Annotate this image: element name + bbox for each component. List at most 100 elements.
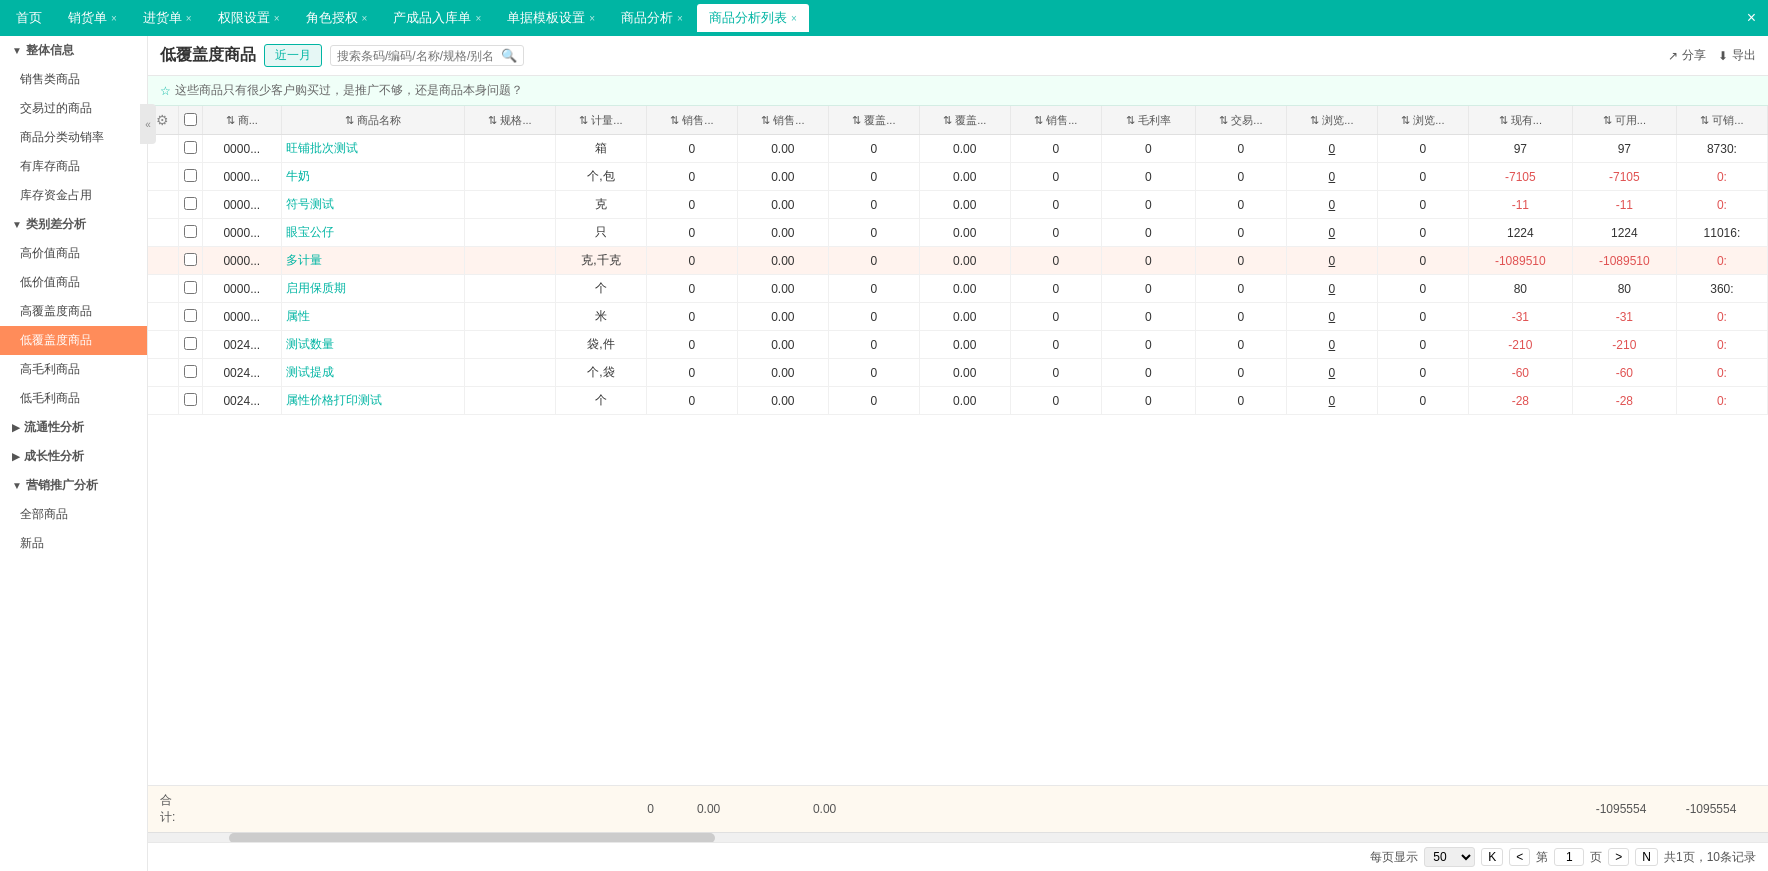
sidebar-section-marketing[interactable]: ▼ 营销推广分析	[0, 471, 147, 500]
sidebar-item-category-turnover[interactable]: 商品分类动销率	[0, 123, 147, 152]
row-checkbox[interactable]	[178, 387, 202, 415]
close-icon[interactable]: ×	[475, 13, 481, 24]
prev-page-button[interactable]: <	[1509, 848, 1530, 866]
row-name[interactable]: 旺铺批次测试	[282, 135, 465, 163]
row-checkbox[interactable]	[178, 275, 202, 303]
sidebar-item-high-margin[interactable]: 高毛利商品	[0, 355, 147, 384]
select-all-checkbox[interactable]	[184, 113, 197, 126]
first-page-button[interactable]: K	[1481, 848, 1503, 866]
window-close-button[interactable]: ×	[1739, 9, 1764, 27]
sidebar-item-high-value[interactable]: 高价值商品	[0, 239, 147, 268]
sort-icon[interactable]: ⇅	[761, 114, 770, 126]
close-icon[interactable]: ×	[186, 13, 192, 24]
row-checkbox[interactable]	[178, 135, 202, 163]
sort-icon[interactable]: ⇅	[1126, 114, 1135, 126]
sidebar-item-low-margin[interactable]: 低毛利商品	[0, 384, 147, 413]
sidebar-section-circulation[interactable]: ▶ 流通性分析	[0, 413, 147, 442]
row-spec	[464, 163, 555, 191]
row-checkbox[interactable]	[178, 359, 202, 387]
export-button[interactable]: ⬇ 导出	[1718, 47, 1756, 64]
time-filter-button[interactable]: 近一月	[264, 44, 322, 67]
close-icon[interactable]: ×	[677, 13, 683, 24]
settings-icon[interactable]: ⚙	[156, 112, 169, 128]
tab-product-analysis-list[interactable]: 商品分析列表 ×	[697, 4, 809, 32]
sort-icon[interactable]: ⇅	[1700, 114, 1709, 126]
row-browse1[interactable]: 0	[1286, 359, 1377, 387]
row-name[interactable]: 多计量	[282, 247, 465, 275]
sort-icon[interactable]: ⇅	[1401, 114, 1410, 126]
sort-icon[interactable]: ⇅	[670, 114, 679, 126]
sort-icon[interactable]: ⇅	[1499, 114, 1508, 126]
page-number-input[interactable]	[1554, 848, 1584, 866]
sidebar-item-in-stock-goods[interactable]: 有库存商品	[0, 152, 147, 181]
tab-home[interactable]: 首页	[4, 4, 54, 32]
sort-icon[interactable]: ⇅	[579, 114, 588, 126]
tab-template-settings[interactable]: 单据模板设置 ×	[495, 4, 607, 32]
page-size-select[interactable]: 50 100 200	[1424, 847, 1475, 867]
search-input[interactable]	[337, 49, 497, 63]
row-name[interactable]: 启用保质期	[282, 275, 465, 303]
sidebar-section-overview[interactable]: ▼ 整体信息	[0, 36, 147, 65]
sort-icon[interactable]: ⇅	[1034, 114, 1043, 126]
tab-product-analysis[interactable]: 商品分析 ×	[609, 4, 695, 32]
tab-finished-goods[interactable]: 产成品入库单 ×	[381, 4, 493, 32]
last-page-button[interactable]: N	[1635, 848, 1658, 866]
sidebar-section-growth[interactable]: ▶ 成长性分析	[0, 442, 147, 471]
row-browse1[interactable]: 0	[1286, 163, 1377, 191]
sort-icon[interactable]: ⇅	[1603, 114, 1612, 126]
close-icon[interactable]: ×	[111, 13, 117, 24]
sort-icon[interactable]: ⇅	[226, 114, 235, 126]
row-name[interactable]: 属性价格打印测试	[282, 387, 465, 415]
sidebar-item-new-goods[interactable]: 新品	[0, 529, 147, 558]
tab-role-auth[interactable]: 角色授权 ×	[294, 4, 380, 32]
sidebar-section-category-diff[interactable]: ▼ 类别差分析	[0, 210, 147, 239]
row-checkbox[interactable]	[178, 247, 202, 275]
sort-icon[interactable]: ⇅	[852, 114, 861, 126]
tab-permissions[interactable]: 权限设置 ×	[206, 4, 292, 32]
close-icon[interactable]: ×	[589, 13, 595, 24]
next-page-button[interactable]: >	[1608, 848, 1629, 866]
tab-purchase-order[interactable]: 进货单 ×	[131, 4, 204, 32]
row-browse1[interactable]: 0	[1286, 331, 1377, 359]
row-browse1[interactable]: 0	[1286, 135, 1377, 163]
row-browse1[interactable]: 0	[1286, 247, 1377, 275]
search-icon[interactable]: 🔍	[501, 48, 517, 63]
row-checkbox[interactable]	[178, 303, 202, 331]
sidebar-item-traded-goods[interactable]: 交易过的商品	[0, 94, 147, 123]
sidebar-item-inventory-capital[interactable]: 库存资金占用	[0, 181, 147, 210]
sort-icon[interactable]: ⇅	[943, 114, 952, 126]
row-browse1[interactable]: 0	[1286, 191, 1377, 219]
row-browse1[interactable]: 0	[1286, 219, 1377, 247]
row-checkbox[interactable]	[178, 219, 202, 247]
row-checkbox[interactable]	[178, 163, 202, 191]
sort-icon[interactable]: ⇅	[1219, 114, 1228, 126]
table-row: 0024... 测试数量 袋,件 0 0.00 0 0.00 0 0 0 0 0…	[148, 331, 1768, 359]
close-icon[interactable]: ×	[362, 13, 368, 24]
row-name[interactable]: 测试数量	[282, 331, 465, 359]
close-icon[interactable]: ×	[274, 13, 280, 24]
row-checkbox[interactable]	[178, 331, 202, 359]
row-browse1[interactable]: 0	[1286, 275, 1377, 303]
sort-icon[interactable]: ⇅	[345, 114, 354, 126]
sidebar-item-low-value[interactable]: 低价值商品	[0, 268, 147, 297]
row-name[interactable]: 眼宝公仔	[282, 219, 465, 247]
sidebar-item-high-coverage[interactable]: 高覆盖度商品	[0, 297, 147, 326]
horizontal-scrollbar[interactable]	[148, 832, 1768, 842]
row-name[interactable]: 符号测试	[282, 191, 465, 219]
row-name[interactable]: 属性	[282, 303, 465, 331]
close-icon[interactable]: ×	[791, 13, 797, 24]
row-checkbox[interactable]	[178, 191, 202, 219]
sidebar-item-sales-goods[interactable]: 销售类商品	[0, 65, 147, 94]
row-name[interactable]: 测试提成	[282, 359, 465, 387]
sidebar-item-low-coverage[interactable]: 低覆盖度商品	[0, 326, 147, 355]
sort-icon[interactable]: ⇅	[1310, 114, 1319, 126]
row-gross: 0	[1101, 219, 1195, 247]
sidebar-item-all-goods[interactable]: 全部商品	[0, 500, 147, 529]
tab-sales-order[interactable]: 销货单 ×	[56, 4, 129, 32]
share-button[interactable]: ↗ 分享	[1668, 47, 1706, 64]
sort-icon[interactable]: ⇅	[488, 114, 497, 126]
sidebar-collapse-button[interactable]: «	[140, 104, 156, 144]
row-name[interactable]: 牛奶	[282, 163, 465, 191]
row-browse1[interactable]: 0	[1286, 387, 1377, 415]
row-browse1[interactable]: 0	[1286, 303, 1377, 331]
